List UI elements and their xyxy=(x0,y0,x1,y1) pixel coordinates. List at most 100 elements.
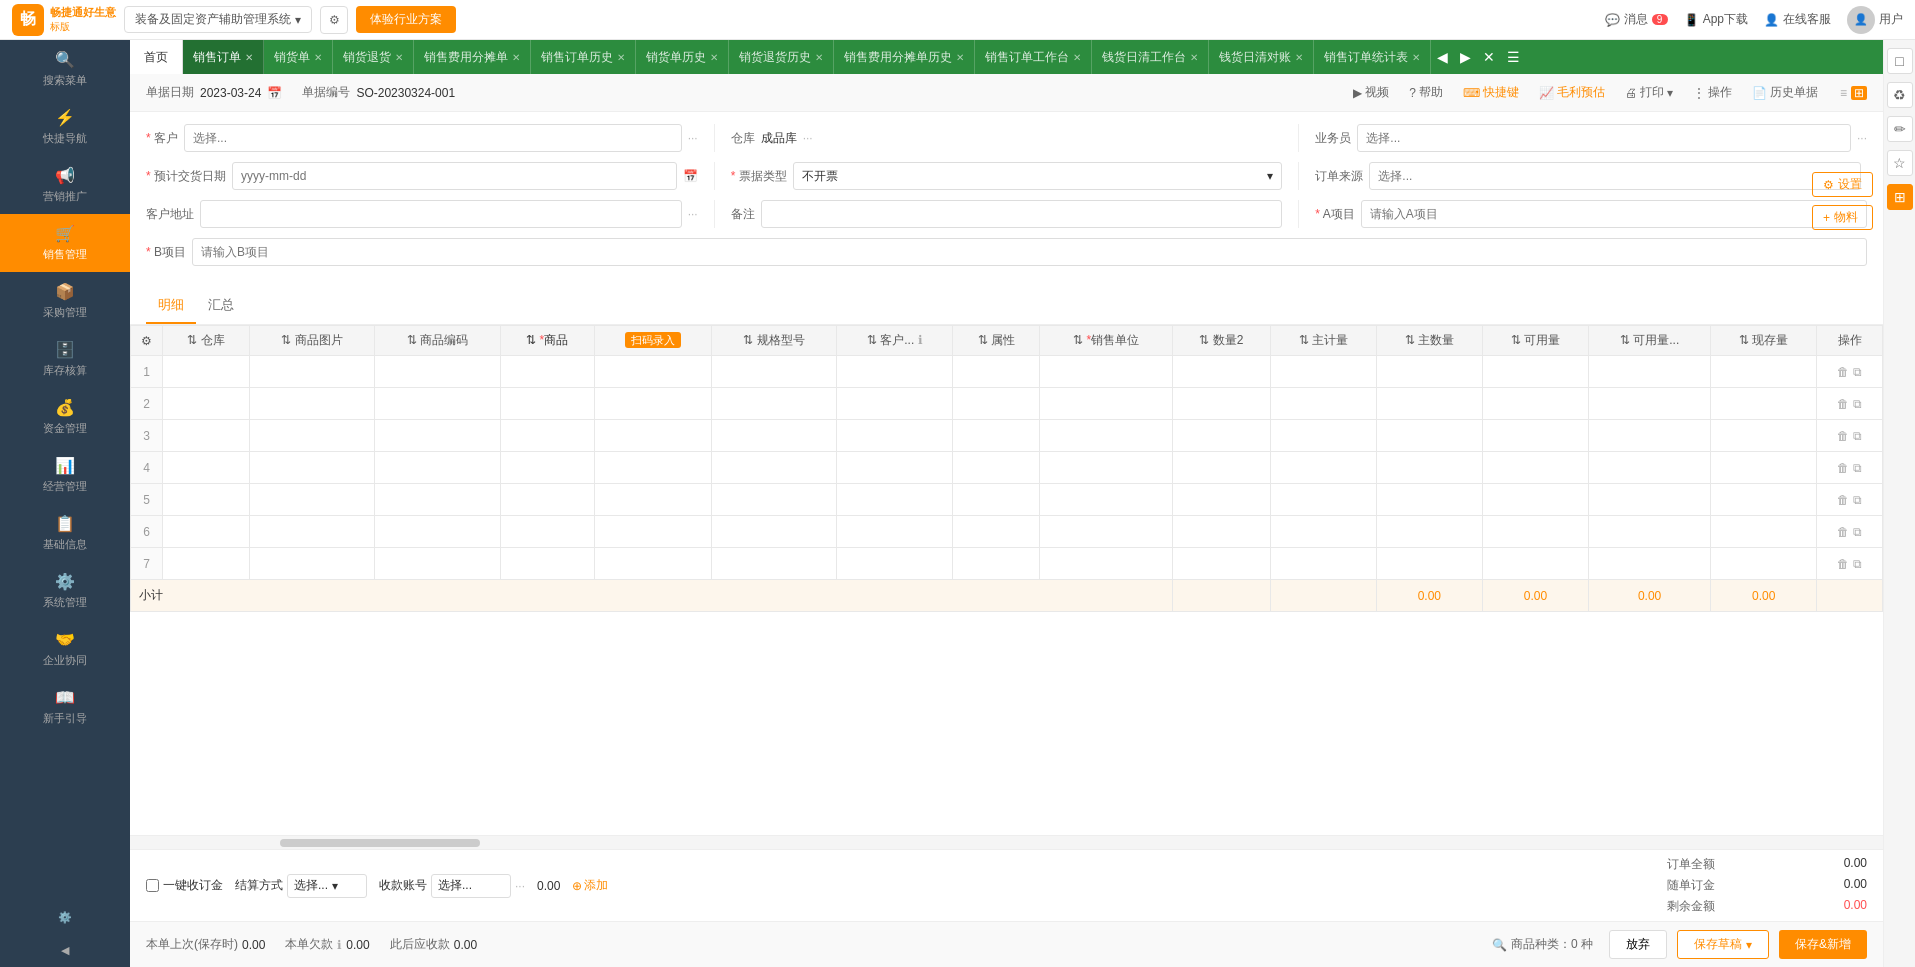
row-action[interactable]: 🗑⧉ xyxy=(1817,388,1883,420)
tab-close-icon[interactable]: ✕ xyxy=(1073,52,1081,63)
tab-close-icon[interactable]: ✕ xyxy=(956,52,964,63)
col-setting[interactable]: ⚙ xyxy=(131,326,163,356)
tab-detail[interactable]: 明细 xyxy=(146,288,196,324)
table-cell[interactable] xyxy=(837,388,953,420)
table-cell[interactable] xyxy=(1711,388,1817,420)
tab-close-all-button[interactable]: ✕ xyxy=(1477,49,1501,65)
table-cell[interactable] xyxy=(1376,548,1482,580)
table-cell[interactable] xyxy=(1040,548,1173,580)
table-cell[interactable] xyxy=(249,388,374,420)
table-cell[interactable] xyxy=(1482,484,1588,516)
settings-side-button[interactable]: ⚙ 设置 xyxy=(1812,172,1873,197)
table-cell[interactable] xyxy=(1173,548,1271,580)
calendar-icon[interactable]: 📅 xyxy=(683,169,698,183)
table-cell[interactable] xyxy=(711,548,836,580)
sidebar-item-quick[interactable]: ⚡ 快捷导航 xyxy=(0,98,130,156)
tab-sales-order[interactable]: 销售订单 ✕ xyxy=(183,40,264,74)
tab-receivable-workbench[interactable]: 钱货日清工作台 ✕ xyxy=(1092,40,1209,74)
copy-icon[interactable]: ⧉ xyxy=(1853,557,1862,571)
sidebar-item-basic[interactable]: 📋 基础信息 xyxy=(0,504,130,562)
tab-sales-stats[interactable]: 销售订单统计表 ✕ xyxy=(1314,40,1431,74)
invoice-type-select[interactable]: 不开票 ▾ xyxy=(793,162,1283,190)
table-cell[interactable] xyxy=(711,356,836,388)
table-cell[interactable] xyxy=(1270,356,1376,388)
table-cell[interactable] xyxy=(1376,356,1482,388)
table-cell[interactable] xyxy=(953,548,1040,580)
panel-btn-4[interactable]: ☆ xyxy=(1887,150,1913,176)
table-cell[interactable] xyxy=(1482,388,1588,420)
table-cell[interactable] xyxy=(594,484,711,516)
table-cell[interactable] xyxy=(594,420,711,452)
add-button[interactable]: ⊕ 添加 xyxy=(572,877,608,894)
table-cell[interactable] xyxy=(1173,356,1271,388)
row-action[interactable]: 🗑⧉ xyxy=(1817,484,1883,516)
table-cell[interactable] xyxy=(249,484,374,516)
table-cell[interactable] xyxy=(837,484,953,516)
save-new-button[interactable]: 保存&新增 xyxy=(1779,930,1867,959)
sidebar-item-enterprise[interactable]: 🤝 企业协同 xyxy=(0,620,130,678)
discard-button[interactable]: 放弃 xyxy=(1609,930,1667,959)
customer-input[interactable] xyxy=(184,124,682,152)
b-project-input[interactable] xyxy=(192,238,1867,266)
sidebar-item-finance[interactable]: 💰 资金管理 xyxy=(0,388,130,446)
print-button[interactable]: 🖨 打印 ▾ xyxy=(1619,82,1679,103)
table-cell[interactable] xyxy=(594,516,711,548)
copy-icon[interactable]: ⧉ xyxy=(1853,397,1862,411)
panel-btn-3[interactable]: ✏ xyxy=(1887,116,1913,142)
panel-btn-1[interactable]: □ xyxy=(1887,48,1913,74)
table-cell[interactable] xyxy=(1376,420,1482,452)
tab-summary[interactable]: 汇总 xyxy=(196,288,246,324)
table-cell[interactable] xyxy=(1482,452,1588,484)
table-cell[interactable] xyxy=(1376,388,1482,420)
horizontal-scroll[interactable] xyxy=(130,835,1883,849)
table-cell[interactable] xyxy=(953,484,1040,516)
table-cell[interactable] xyxy=(837,452,953,484)
table-cell[interactable] xyxy=(375,420,500,452)
table-cell[interactable] xyxy=(1270,420,1376,452)
delete-icon[interactable]: 🗑 xyxy=(1837,365,1849,379)
table-cell[interactable] xyxy=(1040,484,1173,516)
delete-icon[interactable]: 🗑 xyxy=(1837,429,1849,443)
table-cell[interactable] xyxy=(1376,516,1482,548)
table-cell[interactable] xyxy=(375,516,500,548)
salesperson-input[interactable] xyxy=(1357,124,1851,152)
customer-address-input[interactable] xyxy=(200,200,682,228)
table-cell[interactable] xyxy=(837,548,953,580)
system-selector[interactable]: 装备及固定资产辅助管理系统 ▾ xyxy=(124,6,312,33)
table-cell[interactable] xyxy=(953,516,1040,548)
table-cell[interactable] xyxy=(375,452,500,484)
table-cell[interactable] xyxy=(1482,516,1588,548)
table-cell[interactable] xyxy=(1711,548,1817,580)
table-cell[interactable] xyxy=(1376,452,1482,484)
table-cell[interactable] xyxy=(1711,420,1817,452)
tab-close-icon[interactable]: ✕ xyxy=(815,52,823,63)
tab-home[interactable]: 首页 xyxy=(130,40,183,74)
bank-account-select[interactable]: 选择... xyxy=(431,874,511,898)
table-cell[interactable] xyxy=(953,388,1040,420)
table-cell[interactable] xyxy=(1482,548,1588,580)
tab-sales-return[interactable]: 销货单 ✕ xyxy=(264,40,333,74)
table-cell[interactable] xyxy=(375,356,500,388)
shortcut-button[interactable]: ⌨ 快捷键 xyxy=(1457,82,1525,103)
table-cell[interactable] xyxy=(1040,516,1173,548)
table-cell[interactable] xyxy=(1589,356,1711,388)
table-cell[interactable] xyxy=(1270,452,1376,484)
table-cell[interactable] xyxy=(1482,420,1588,452)
operations-button[interactable]: ⋮ 操作 xyxy=(1687,82,1738,103)
table-cell[interactable] xyxy=(837,516,953,548)
delete-icon[interactable]: 🗑 xyxy=(1837,525,1849,539)
profit-forecast-button[interactable]: 📈 毛利预估 xyxy=(1533,82,1611,103)
table-cell[interactable] xyxy=(1589,420,1711,452)
settlement-select[interactable]: 选择... ▾ xyxy=(287,874,367,898)
row-action[interactable]: 🗑⧉ xyxy=(1817,548,1883,580)
table-cell[interactable] xyxy=(163,548,250,580)
panel-btn-2[interactable]: ♻ xyxy=(1887,82,1913,108)
address-expand-icon[interactable]: ··· xyxy=(688,207,698,221)
table-cell[interactable] xyxy=(1040,388,1173,420)
table-cell[interactable] xyxy=(1270,388,1376,420)
table-cell[interactable] xyxy=(594,388,711,420)
table-cell[interactable] xyxy=(1711,516,1817,548)
table-cell[interactable] xyxy=(711,420,836,452)
message-button[interactable]: 💬 消息 9 xyxy=(1605,11,1668,28)
table-cell[interactable] xyxy=(1040,420,1173,452)
